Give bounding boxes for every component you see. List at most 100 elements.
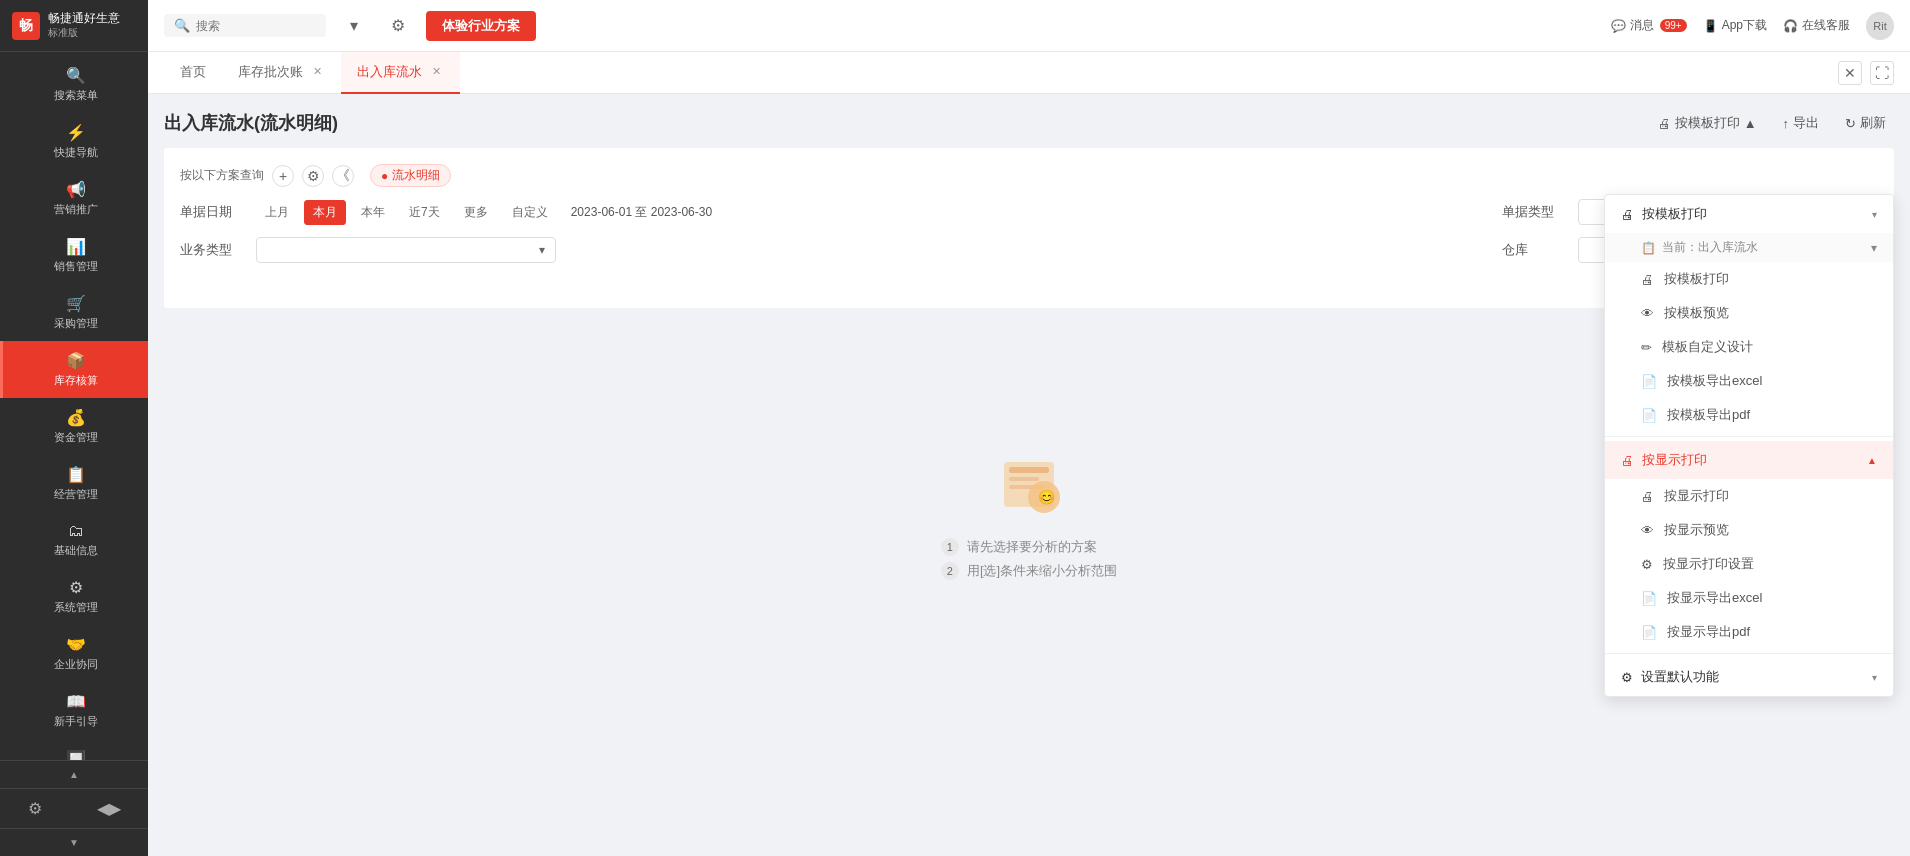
pdf-sub-icon: 📄 [1641, 408, 1657, 423]
search-input[interactable] [196, 19, 316, 33]
date-btn-7days[interactable]: 近7天 [400, 200, 449, 225]
sidebar-item-guide[interactable]: 📖新手引导 [0, 682, 148, 739]
filter-header: 按以下方案查询 + ⚙ 《 ● 流水明细 [180, 164, 1878, 187]
sidebar-item-search-menu[interactable]: 🔍 搜索菜单 [0, 56, 148, 113]
date-range-display: 2023-06-01 至 2023-06-30 [571, 204, 712, 221]
sidebar-item-label: 销售管理 [54, 259, 98, 274]
message-button[interactable]: 💬 消息 99+ [1611, 17, 1687, 34]
divider-2 [1605, 653, 1893, 654]
export-button[interactable]: ↑ 导出 [1775, 110, 1828, 136]
search-menu-icon: 🔍 [66, 66, 86, 85]
print-template-button[interactable]: 🖨 按模板打印 ▲ [1650, 110, 1765, 136]
svg-rect-1 [1009, 467, 1049, 473]
sidebar-item-label: 库存核算 [54, 373, 98, 388]
industry-solution-button[interactable]: 体验行业方案 [426, 11, 536, 41]
sidebar-item-enterprise[interactable]: 🤝企业协同 [0, 625, 148, 682]
display-print-item[interactable]: 🖨 按显示打印 [1605, 479, 1893, 513]
current-template-row: 📋 当前：出入库流水 ▾ [1605, 233, 1893, 262]
settings-icon[interactable]: ⚙ [28, 799, 42, 818]
tab-flow[interactable]: 出入库流水 ✕ [341, 52, 460, 94]
sidebar-nav: 🔍 搜索菜单 ⚡快捷导航📢营销推广 📊 销售管理 🛒采购管理📦库存核算 💰 资金管理 📋经营管理… [0, 52, 148, 760]
display-preview-item[interactable]: 👁 按显示预览 [1605, 513, 1893, 547]
template-export-excel-item[interactable]: 📄 按模板导出excel [1605, 364, 1893, 398]
sidebar-item-label: 搜索菜单 [54, 88, 98, 103]
settings-gear-icon[interactable]: ⚙ [382, 10, 414, 42]
add-filter-button[interactable]: + [272, 165, 294, 187]
tabs-bar-actions: ✕ ⛶ [1838, 61, 1894, 85]
step-2-number: 2 [941, 562, 959, 580]
search-icon: 🔍 [174, 18, 190, 33]
sidebar-item-operations[interactable]: 📋经营管理 [0, 455, 148, 512]
sidebar-item-label: 企业协同 [54, 657, 98, 672]
sidebar-item-purchase[interactable]: 🛒采购管理 [0, 284, 148, 341]
app-download-button[interactable]: 📱 App下载 [1703, 17, 1767, 34]
phone-icon: 📱 [1703, 19, 1718, 33]
content-area: 出入库流水(流水明细) 🖨 按模板打印 ▲ ↑ 导出 ↻ 刷新 [148, 94, 1910, 856]
sales-icon: 📊 [66, 237, 86, 256]
date-btn-prev-month[interactable]: 上月 [256, 200, 298, 225]
quick-nav-icon: ⚡ [66, 123, 86, 142]
dropdown-arrow-icon[interactable]: ▾ [338, 10, 370, 42]
sidebar-item-sales[interactable]: 📊 销售管理 [0, 227, 148, 284]
default-func-icon: ⚙ [1621, 670, 1633, 685]
display-print-sub-icon: 🖨 [1641, 489, 1654, 504]
tab-home[interactable]: 首页 [164, 52, 222, 94]
collapse-sidebar-icon[interactable]: ◀▶ [97, 799, 121, 818]
template-custom-design-item[interactable]: ✏ 模板自定义设计 [1605, 330, 1893, 364]
tag-icon: ● [381, 169, 388, 183]
online-service-button[interactable]: 🎧 在线客服 [1783, 17, 1850, 34]
finance-icon: 💰 [66, 408, 86, 427]
collapse-filter-icon[interactable]: 《 [332, 165, 354, 187]
config-filter-icon[interactable]: ⚙ [302, 165, 324, 187]
logo-badge: 标准版 [48, 26, 120, 40]
guide-icon: 📖 [66, 692, 86, 711]
logo-icon: 畅 [12, 12, 40, 40]
display-print-settings-item[interactable]: ⚙ 按显示打印设置 [1605, 547, 1893, 581]
refresh-button[interactable]: ↻ 刷新 [1837, 110, 1894, 136]
template-print-item[interactable]: 🖨 按模板打印 [1605, 262, 1893, 296]
sidebar-bottom: ⚙ ◀▶ [0, 788, 148, 828]
display-export-excel-item[interactable]: 📄 按显示导出excel [1605, 581, 1893, 615]
sidebar-logo: 畅 畅捷通好生意 标准版 [0, 0, 148, 52]
sidebar-item-label: 营销推广 [54, 202, 98, 217]
tabs-bar: 首页 库存批次账 ✕ 出入库流水 ✕ ✕ ⛶ [148, 52, 1910, 94]
sidebar-item-finance[interactable]: 💰 资金管理 [0, 398, 148, 455]
sidebar-item-marketing[interactable]: 📢营销推广 [0, 170, 148, 227]
sidebar-scroll-up[interactable]: ▲ [69, 765, 79, 784]
sidebar-item-inventory[interactable]: 📦库存核算 [0, 341, 148, 398]
sidebar-item-system[interactable]: ⚙系统管理 [0, 568, 148, 625]
sidebar-item-quick-nav[interactable]: ⚡快捷导航 [0, 113, 148, 170]
maximize-tab-icon[interactable]: ⛶ [1870, 61, 1894, 85]
sidebar-item-label: 资金管理 [54, 430, 98, 445]
sidebar-item-app-center[interactable]: 🔲应用中心 [0, 739, 148, 760]
template-preview-item[interactable]: 👁 按模板预览 [1605, 296, 1893, 330]
close-batch-account-tab-icon[interactable]: ✕ [309, 64, 325, 80]
sidebar-scroll-down[interactable]: ▼ [69, 833, 79, 852]
flow-detail-tag[interactable]: ● 流水明细 [370, 164, 451, 187]
date-btn-year[interactable]: 本年 [352, 200, 394, 225]
sidebar-item-label: 经营管理 [54, 487, 98, 502]
export-icon: ↑ [1783, 116, 1790, 131]
template-export-pdf-item[interactable]: 📄 按模板导出pdf [1605, 398, 1893, 432]
topbar: 🔍 ▾ ⚙ 体验行业方案 💬 消息 99+ 📱 App下载 🎧 在线客服 R [148, 0, 1910, 52]
close-tab-icon[interactable]: ✕ [1838, 61, 1862, 85]
display-export-pdf-item[interactable]: 📄 按显示导出pdf [1605, 615, 1893, 649]
print-sub-icon: 🖨 [1641, 272, 1654, 287]
display-eye-sub-icon: 👁 [1641, 523, 1654, 538]
sidebar-item-basic-info[interactable]: 🗂基础信息 [0, 512, 148, 568]
topbar-search-box[interactable]: 🔍 [164, 14, 326, 37]
user-avatar[interactable]: Rit [1866, 12, 1894, 40]
date-btn-custom[interactable]: 自定义 [503, 200, 557, 225]
biz-type-select[interactable]: ▾ [256, 237, 556, 263]
tab-batch-account[interactable]: 库存批次账 ✕ [222, 52, 341, 94]
display-print-section-header[interactable]: 🖨 按显示打印 ▲ [1605, 441, 1893, 479]
default-function-item[interactable]: ⚙ 设置默认功能 ▾ [1605, 658, 1893, 696]
display-excel-sub-icon: 📄 [1641, 591, 1657, 606]
close-flow-tab-icon[interactable]: ✕ [428, 64, 444, 80]
template-print-section-header[interactable]: 🖨 按模板打印 ▾ [1605, 195, 1893, 233]
main-area: 🔍 ▾ ⚙ 体验行业方案 💬 消息 99+ 📱 App下载 🎧 在线客服 R [148, 0, 1910, 856]
date-btn-more[interactable]: 更多 [455, 200, 497, 225]
chevron-up-icon: ▲ [1744, 116, 1757, 131]
warehouse-label: 仓库 [1502, 241, 1562, 259]
date-btn-current-month[interactable]: 本月 [304, 200, 346, 225]
